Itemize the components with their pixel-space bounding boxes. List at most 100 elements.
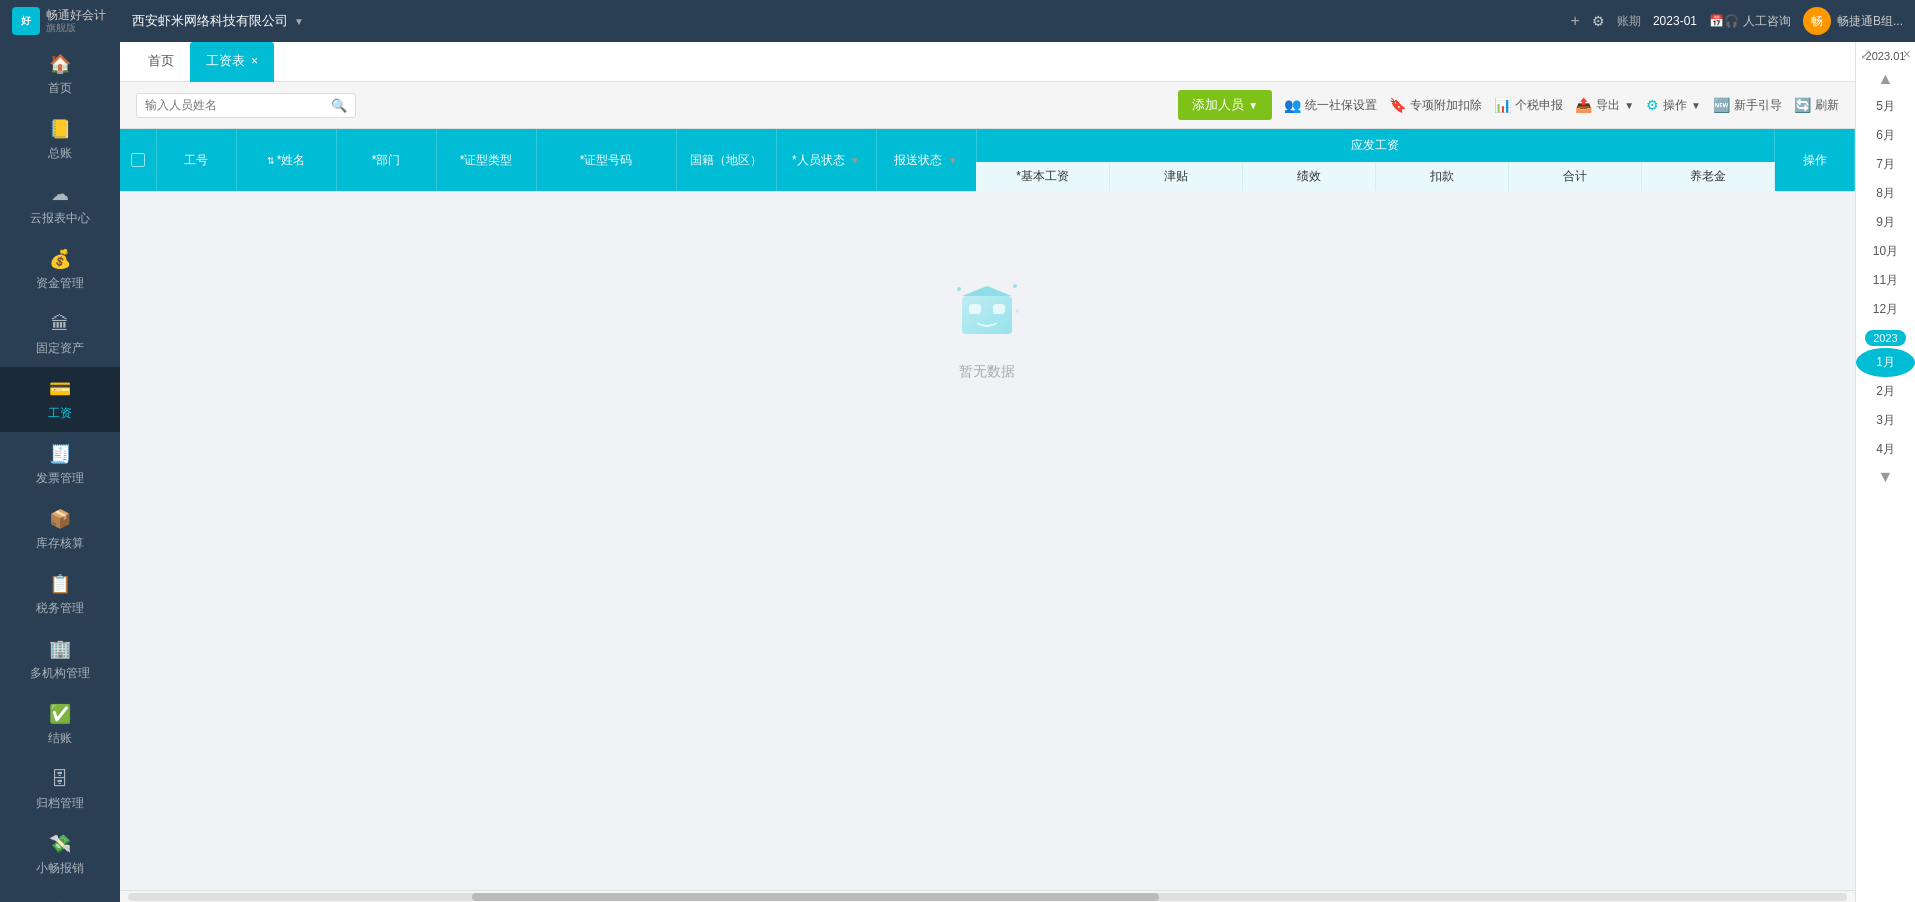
sidebar-item-cloud-report[interactable]: ☁ 云报表中心 — [0, 172, 120, 237]
add-person-button[interactable]: 添加人员 ▼ — [1178, 90, 1272, 120]
panel-month-6[interactable]: 6月 — [1856, 121, 1915, 150]
sort-name-icon[interactable]: ⇅ — [267, 156, 275, 166]
calendar-icon[interactable]: 📅 — [1709, 14, 1724, 28]
scrollbar-thumb[interactable] — [472, 893, 1160, 901]
top-bar: 好 畅通好会计 旗舰版 西安虾米网络科技有限公司 ▼ + ⚙ 账期 2023-0… — [0, 0, 1915, 42]
panel-close-btn[interactable]: × — [1903, 46, 1911, 62]
panel-nav-up[interactable]: ▲ — [1874, 66, 1898, 92]
invoice-icon: 🧾 — [48, 442, 72, 466]
service-button[interactable]: 🎧 人工咨询 — [1724, 13, 1791, 30]
panel-month-2[interactable]: 2月 — [1856, 377, 1915, 406]
col-idnum-header: *证型号码 — [536, 129, 676, 191]
panel-month-11[interactable]: 11月 — [1856, 266, 1915, 295]
tab-payroll-close[interactable]: × — [251, 54, 258, 68]
sidebar-item-multi-org[interactable]: 🏢 多机构管理 — [0, 627, 120, 692]
tax-report-action[interactable]: 📊 个税申报 — [1494, 97, 1563, 114]
sidebar-label-tax: 税务管理 — [36, 600, 84, 617]
company-name[interactable]: 西安虾米网络科技有限公司 — [132, 12, 288, 30]
col-id-header: 工号 — [156, 129, 236, 191]
sidebar-item-settings[interactable]: ⚙ 基础设置 — [0, 887, 120, 902]
panel-current-year-label: 2023 — [1865, 330, 1905, 346]
sidebar-item-ledger[interactable]: 📒 总账 — [0, 107, 120, 172]
horizontal-scrollbar[interactable] — [120, 890, 1855, 902]
add-person-dropdown-icon: ▼ — [1248, 100, 1258, 111]
sidebar-item-invoice[interactable]: 🧾 发票管理 — [0, 432, 120, 497]
checkout-icon: ✅ — [48, 702, 72, 726]
sidebar-label-multi-org: 多机构管理 — [30, 665, 90, 682]
sidebar-item-tax[interactable]: 📋 税务管理 — [0, 562, 120, 627]
sidebar-label-cloud: 云报表中心 — [30, 210, 90, 227]
inventory-icon: 📦 — [48, 507, 72, 531]
tab-home[interactable]: 首页 — [132, 42, 190, 82]
sidebar-item-fund[interactable]: 💰 资金管理 — [0, 237, 120, 302]
svg-rect-2 — [993, 304, 1005, 314]
tax-report-icon: 📊 — [1494, 97, 1511, 113]
expense-icon: 💸 — [48, 832, 72, 856]
scrollbar-track[interactable] — [128, 893, 1847, 901]
refresh-action[interactable]: 🔄 刷新 — [1794, 97, 1839, 114]
social-setting-label: 统一社保设置 — [1305, 97, 1377, 114]
add-company-btn[interactable]: + — [1571, 12, 1580, 30]
panel-month-1[interactable]: 1月 — [1856, 348, 1915, 377]
sidebar-item-inventory[interactable]: 📦 库存核算 — [0, 497, 120, 562]
cloud-icon: ☁ — [48, 182, 72, 206]
tab-home-label: 首页 — [148, 52, 174, 70]
export-action[interactable]: 📤 导出 ▼ — [1575, 97, 1634, 114]
company-selector[interactable]: 西安虾米网络科技有限公司 ▼ — [132, 12, 1555, 30]
settings-icon[interactable]: ⚙ — [1592, 13, 1605, 29]
refresh-icon: 🔄 — [1794, 97, 1811, 113]
panel-month-4[interactable]: 4月 — [1856, 435, 1915, 464]
headset-icon: 🎧 — [1724, 14, 1739, 28]
panel-month-5[interactable]: 5月 — [1856, 92, 1915, 121]
panel-nav-down[interactable]: ▼ — [1874, 464, 1898, 490]
svg-marker-3 — [962, 286, 1012, 296]
guide-action[interactable]: 🆕 新手引导 — [1713, 97, 1782, 114]
archive-icon: 🗄 — [48, 767, 72, 791]
sidebar: 🏠 首页 📒 总账 ☁ 云报表中心 💰 资金管理 🏛 固定资产 💳 工资 🧾 发… — [0, 42, 120, 902]
user-info[interactable]: 畅 畅捷通B组... — [1803, 7, 1903, 35]
special-deduct-label: 专项附加扣除 — [1410, 97, 1482, 114]
top-bar-right: 🎧 人工咨询 畅 畅捷通B组... — [1724, 7, 1903, 35]
sidebar-item-checkout[interactable]: ✅ 结账 — [0, 692, 120, 757]
sidebar-item-expense[interactable]: 💸 小畅报销 — [0, 822, 120, 887]
sidebar-item-fixed-assets[interactable]: 🏛 固定资产 — [0, 302, 120, 367]
select-all-checkbox[interactable] — [131, 153, 145, 167]
sidebar-label-fixed: 固定资产 — [36, 340, 84, 357]
panel-expand-btn[interactable]: ⤢ — [1860, 46, 1872, 62]
col-pension-header: 养老金 — [1641, 162, 1774, 191]
sidebar-item-payroll[interactable]: 💳 工资 — [0, 367, 120, 432]
settings-icon: ⚙ — [48, 897, 72, 902]
sidebar-label-invoice: 发票管理 — [36, 470, 84, 487]
report-filter-icon[interactable]: ▼ — [948, 155, 958, 166]
panel-month-12[interactable]: 12月 — [1856, 295, 1915, 324]
logo: 好 畅通好会计 旗舰版 — [12, 7, 132, 35]
panel-month-7[interactable]: 7月 — [1856, 150, 1915, 179]
panel-month-8[interactable]: 8月 — [1856, 179, 1915, 208]
ops-dropdown-icon: ▼ — [1691, 100, 1701, 111]
export-dropdown-icon: ▼ — [1624, 100, 1634, 111]
col-report-status-header: 报送状态 ▼ — [876, 129, 976, 191]
sidebar-item-home[interactable]: 🏠 首页 — [0, 42, 120, 107]
social-setting-action[interactable]: 👥 统一社保设置 — [1284, 97, 1377, 114]
ops-label: 操作 — [1663, 97, 1687, 114]
col-checkbox-header[interactable] — [120, 129, 156, 191]
col-allowance-header: 津贴 — [1109, 162, 1242, 191]
special-deduct-action[interactable]: 🔖 专项附加扣除 — [1389, 97, 1482, 114]
sidebar-item-archive[interactable]: 🗄 归档管理 — [0, 757, 120, 822]
search-input[interactable] — [145, 98, 325, 112]
company-dropdown-icon[interactable]: ▼ — [294, 16, 304, 27]
sidebar-label-ledger: 总账 — [48, 145, 72, 162]
panel-month-10[interactable]: 10月 — [1856, 237, 1915, 266]
refresh-label: 刷新 — [1815, 97, 1839, 114]
col-dept-header: *部门 — [336, 129, 436, 191]
search-box[interactable]: 🔍 — [136, 93, 356, 118]
user-name: 畅捷通B组... — [1837, 13, 1903, 30]
empty-state: 暂无数据 — [120, 191, 1855, 461]
ops-action[interactable]: ⚙ 操作 ▼ — [1646, 97, 1701, 114]
svg-point-4 — [957, 287, 961, 291]
tab-payroll[interactable]: 工资表 × — [190, 42, 274, 82]
panel-month-9[interactable]: 9月 — [1856, 208, 1915, 237]
col-ops-header: 操作 — [1775, 129, 1855, 191]
status-filter-icon[interactable]: ▼ — [850, 155, 860, 166]
panel-month-3[interactable]: 3月 — [1856, 406, 1915, 435]
